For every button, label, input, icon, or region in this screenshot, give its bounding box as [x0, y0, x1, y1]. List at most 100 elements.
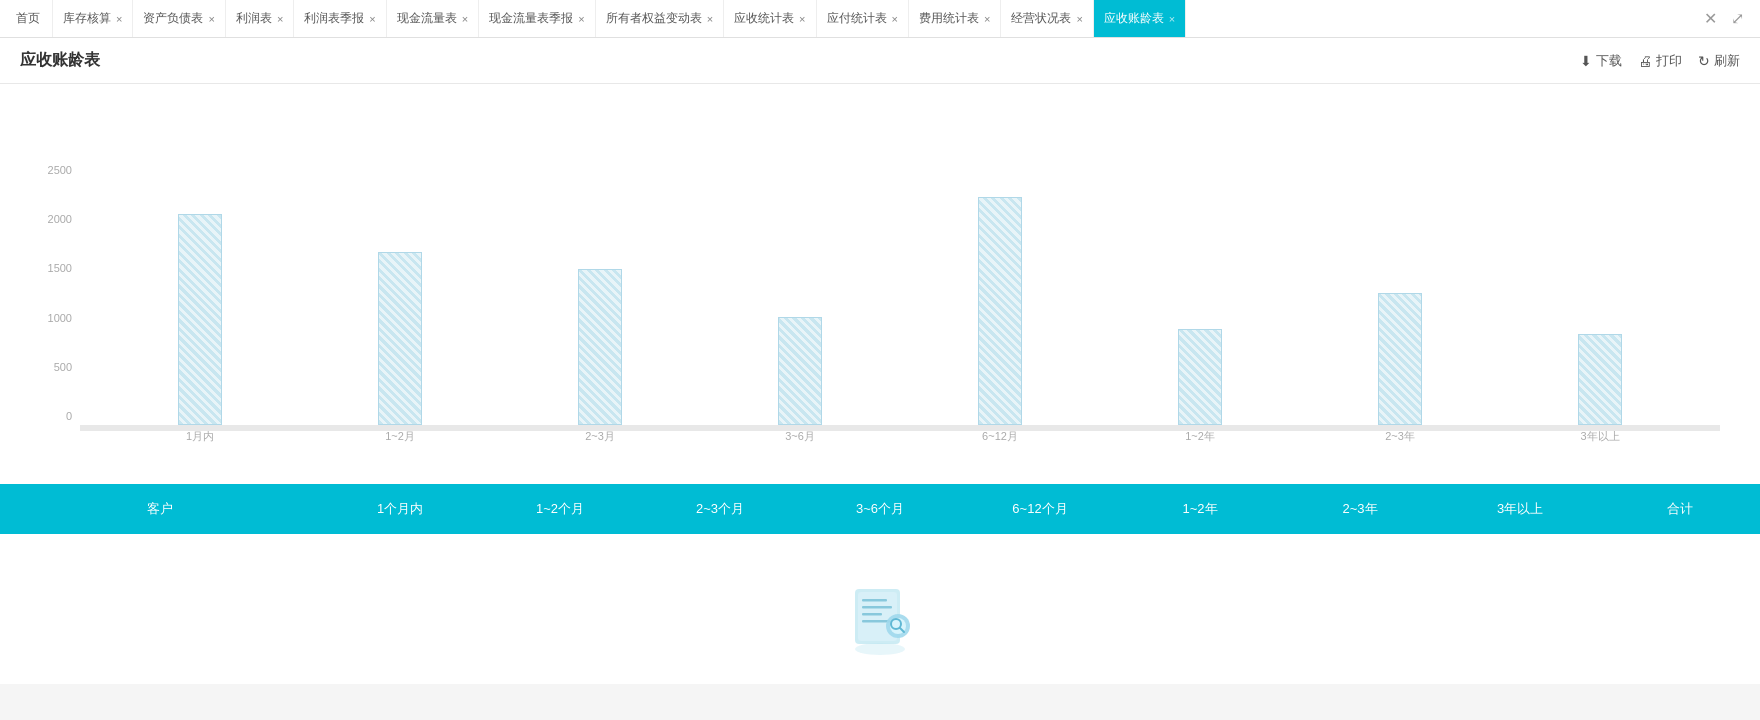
chart-x-label: 3年以上 [1578, 429, 1622, 444]
tab-expense[interactable]: 费用统计表 × [909, 0, 1001, 38]
chart-inner: 25002000150010005000 1月内1~2月2~3月3~6月6~12… [40, 104, 1720, 444]
table-header-cell: 6~12个月 [960, 500, 1120, 518]
chart-bar [778, 317, 822, 425]
chart-bar-group [378, 252, 422, 425]
tab-label-ap-stats: 应付统计表 [827, 10, 887, 27]
chart-bar-group [778, 317, 822, 425]
tab-close-equity[interactable]: × [707, 13, 713, 25]
table-header-cell: 3~6个月 [800, 500, 960, 518]
download-icon: ⬇ [1580, 53, 1592, 69]
chart-bar [978, 197, 1022, 425]
chart-container: 25002000150010005000 1月内1~2月2~3月3~6月6~12… [0, 84, 1760, 484]
chart-x-label: 6~12月 [978, 429, 1022, 444]
refresh-label: 刷新 [1714, 52, 1740, 70]
tab-bar: 首页 库存核算×资产负债表×利润表×利润表季报×现金流量表×现金流量表季报×所有… [0, 0, 1760, 38]
refresh-icon: ↻ [1698, 53, 1710, 69]
chart-grid-line [80, 430, 1720, 431]
chart-x-label: 1月内 [178, 429, 222, 444]
chart-bar-group [178, 214, 222, 425]
tab-label-expense: 费用统计表 [919, 10, 979, 27]
chart-bar [1578, 334, 1622, 425]
tab-close-cashflow-quarter[interactable]: × [578, 13, 584, 25]
close-window-icon[interactable]: ✕ [1700, 7, 1721, 30]
tab-label-ar-stats: 应收统计表 [734, 10, 794, 27]
chart-body: 1月内1~2月2~3月3~6月6~12月1~2年2~3年3年以上 [80, 425, 1720, 444]
page-header: 应收账龄表 ⬇ 下载 🖨 打印 ↻ 刷新 [0, 38, 1760, 84]
tab-equity[interactable]: 所有者权益变动表 × [596, 0, 724, 38]
chart-bar [578, 269, 622, 425]
tab-close-ar-aging[interactable]: × [1169, 13, 1175, 25]
tab-home-label: 首页 [16, 10, 40, 27]
window-controls: ✕ ⤢ [1692, 7, 1756, 30]
tab-close-inventory[interactable]: × [116, 13, 122, 25]
tab-label-profit: 利润表 [236, 10, 272, 27]
tab-close-business[interactable]: × [1076, 13, 1082, 25]
table-header-cell: 2~3个月 [640, 500, 800, 518]
print-icon: 🖨 [1638, 53, 1652, 69]
download-button[interactable]: ⬇ 下载 [1580, 52, 1622, 70]
y-axis-label: 1000 [48, 312, 72, 324]
tab-label-balance: 资产负债表 [143, 10, 203, 27]
chart-bar [1378, 293, 1422, 425]
svg-point-0 [855, 643, 905, 655]
chart-y-axis: 2500 2000 1500 1000 500 0 [40, 164, 80, 444]
tab-close-expense[interactable]: × [984, 13, 990, 25]
tab-label-cashflow-quarter: 现金流量表季报 [489, 10, 573, 27]
chart-bar [378, 252, 422, 425]
tab-cashflow-quarter[interactable]: 现金流量表季报 × [479, 0, 595, 38]
table-header-cell: 合计 [1600, 500, 1760, 518]
y-axis-label: 2000 [48, 213, 72, 225]
chart-bar-group [578, 269, 622, 425]
empty-illustration [830, 574, 930, 664]
tab-close-cashflow[interactable]: × [462, 13, 468, 25]
tab-balance[interactable]: 资产负债表 × [133, 0, 225, 38]
refresh-button[interactable]: ↻ 刷新 [1698, 52, 1740, 70]
svg-rect-3 [862, 599, 887, 602]
svg-rect-6 [862, 620, 890, 623]
y-axis-label: 0 [66, 410, 72, 422]
print-button[interactable]: 🖨 打印 [1638, 52, 1682, 70]
table-header-cell: 客户 [0, 500, 320, 518]
y-axis-label: 500 [54, 361, 72, 373]
tab-business[interactable]: 经营状况表 × [1001, 0, 1093, 38]
tab-close-profit[interactable]: × [277, 13, 283, 25]
tab-label-cashflow: 现金流量表 [397, 10, 457, 27]
tab-home[interactable]: 首页 [4, 0, 53, 38]
chart-x-label: 1~2月 [378, 429, 422, 444]
page-title: 应收账龄表 [20, 50, 100, 71]
y-axis-label: 1500 [48, 262, 72, 274]
tab-ar-aging[interactable]: 应收账龄表× [1094, 0, 1186, 38]
chart-bar [178, 214, 222, 425]
tab-close-profit-quarter[interactable]: × [369, 13, 375, 25]
y-axis-label: 2500 [48, 164, 72, 176]
chart-bar-group [1178, 329, 1222, 425]
table-header-cell: 1~2个月 [480, 500, 640, 518]
tab-label-inventory: 库存核算 [63, 10, 111, 27]
chart-bar-group [1378, 293, 1422, 425]
print-label: 打印 [1656, 52, 1682, 70]
table-header-cell: 1~2年 [1120, 500, 1280, 518]
tab-close-balance[interactable]: × [208, 13, 214, 25]
chart-x-label: 2~3年 [1378, 429, 1422, 444]
tab-inventory[interactable]: 库存核算 × [53, 0, 133, 38]
main-content: 25002000150010005000 1月内1~2月2~3月3~6月6~12… [0, 84, 1760, 684]
tab-ap-stats[interactable]: 应付统计表 × [817, 0, 909, 38]
svg-rect-4 [862, 606, 892, 609]
empty-state [0, 534, 1760, 684]
chart-bar [1178, 329, 1222, 425]
tab-close-ar-stats[interactable]: × [799, 13, 805, 25]
chart-bar-group [1578, 334, 1622, 425]
tab-close-ap-stats[interactable]: × [892, 13, 898, 25]
tabs-container: 库存核算×资产负债表×利润表×利润表季报×现金流量表×现金流量表季报×所有者权益… [53, 0, 1692, 38]
tab-label-equity: 所有者权益变动表 [606, 10, 702, 27]
chart-x-label: 3~6月 [778, 429, 822, 444]
maximize-window-icon[interactable]: ⤢ [1727, 7, 1748, 30]
page-actions: ⬇ 下载 🖨 打印 ↻ 刷新 [1580, 52, 1740, 70]
tab-label-business: 经营状况表 [1011, 10, 1071, 27]
tab-profit-quarter[interactable]: 利润表季报× [294, 0, 386, 38]
tab-ar-stats[interactable]: 应收统计表 × [724, 0, 816, 38]
download-label: 下载 [1596, 52, 1622, 70]
tab-profit[interactable]: 利润表 × [226, 0, 294, 38]
tab-cashflow[interactable]: 现金流量表 × [387, 0, 479, 38]
chart-x-label: 1~2年 [1178, 429, 1222, 444]
